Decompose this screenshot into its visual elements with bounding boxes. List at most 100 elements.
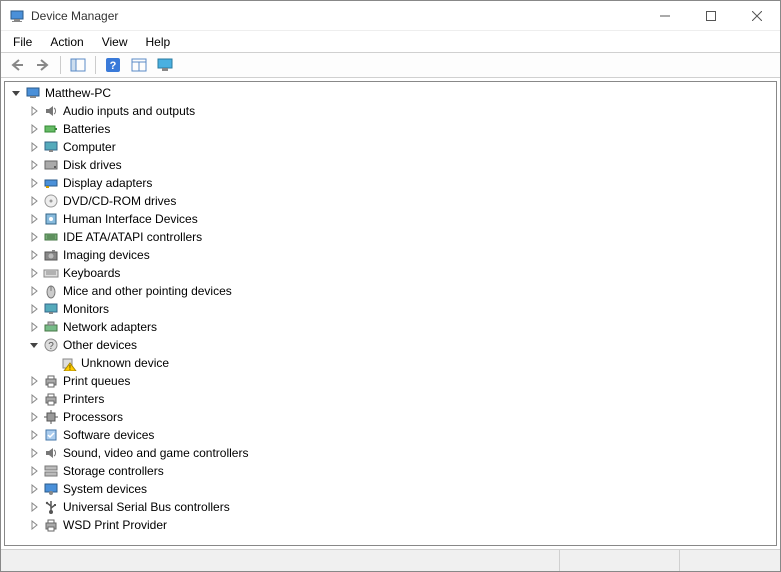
usb-icon [43,499,59,515]
tree-node[interactable]: Imaging devices [5,246,776,264]
menu-file[interactable]: File [5,33,40,51]
camera-icon [43,247,59,263]
expander[interactable] [27,518,41,532]
tree-node[interactable]: !Unknown device [5,354,776,372]
printer-icon [43,391,59,407]
toolbar: ? [1,52,780,78]
tree-node[interactable]: Mice and other pointing devices [5,282,776,300]
expander[interactable] [27,104,41,118]
tree-node[interactable]: Monitors [5,300,776,318]
tree-node[interactable]: Sound, video and game controllers [5,444,776,462]
expander[interactable] [27,248,41,262]
node-label: Batteries [63,122,110,136]
expander[interactable] [27,284,41,298]
expander[interactable] [27,176,41,190]
device-tree[interactable]: Matthew-PCAudio inputs and outputs Batter… [4,81,777,546]
maximize-icon [706,11,716,21]
expander[interactable] [9,86,23,100]
app-icon [9,8,25,24]
minimize-button[interactable] [642,1,688,31]
node-label: Human Interface Devices [63,212,198,226]
tree-node[interactable]: Matthew-PC [5,84,776,102]
expander[interactable] [27,194,41,208]
node-label: Other devices [63,338,137,352]
expander[interactable] [27,500,41,514]
title-bar: Device Manager [1,1,780,31]
toolbar-separator [60,56,61,74]
tree-node[interactable]: IDE ATA/ATAPI controllers [5,228,776,246]
expander[interactable] [27,446,41,460]
speaker-icon [43,103,59,119]
printer-icon [43,517,59,533]
help-button[interactable]: ? [101,54,125,76]
expander[interactable] [27,464,41,478]
tree-node[interactable]: Display adapters [5,174,776,192]
tree-node[interactable]: Keyboards [5,264,776,282]
tree-node[interactable]: DVD/CD-ROM drives [5,192,776,210]
expander[interactable] [27,122,41,136]
tree-node[interactable]: Network adapters [5,318,776,336]
maximize-button[interactable] [688,1,734,31]
forward-button[interactable] [31,54,55,76]
tree-node[interactable]: Audio inputs and outputs [5,102,776,120]
node-label: WSD Print Provider [63,518,167,532]
show-hide-button[interactable] [66,54,90,76]
expander[interactable] [27,158,41,172]
node-label: Print queues [63,374,130,388]
menu-help[interactable]: Help [138,33,179,51]
printer-icon [43,373,59,389]
node-label: Printers [63,392,104,406]
tree-node[interactable]: Print queues [5,372,776,390]
menu-view[interactable]: View [94,33,136,51]
expander[interactable] [27,482,41,496]
expander[interactable] [27,230,41,244]
help-icon: ? [105,57,121,73]
menu-action[interactable]: Action [42,33,91,51]
svg-text:?: ? [110,60,117,72]
expander[interactable] [27,428,41,442]
properties-button[interactable] [127,54,151,76]
tree-node[interactable]: Processors [5,408,776,426]
arrow-left-icon [9,58,25,72]
expander[interactable] [27,266,41,280]
toolbar-separator [95,56,96,74]
disk-icon [43,157,59,173]
hid-icon [43,211,59,227]
tree-node[interactable]: ? Other devices [5,336,776,354]
monitor-icon [43,139,59,155]
node-label: Monitors [63,302,109,316]
monitor-icon [43,301,59,317]
back-button[interactable] [5,54,29,76]
expander[interactable] [45,356,59,370]
tree-node[interactable]: Human Interface Devices [5,210,776,228]
keyboard-icon [43,265,59,281]
expander[interactable] [27,212,41,226]
close-button[interactable] [734,1,780,31]
tree-node[interactable]: System devices [5,480,776,498]
other-icon: ? [43,337,59,353]
status-bar [1,549,780,571]
computer-icon [25,85,41,101]
tree-node[interactable]: Printers [5,390,776,408]
expander[interactable] [27,374,41,388]
expander[interactable] [27,320,41,334]
tree-node[interactable]: Storage controllers [5,462,776,480]
expander[interactable] [27,140,41,154]
speaker-icon [43,445,59,461]
node-label: Imaging devices [63,248,150,262]
tree-node[interactable]: Disk drives [5,156,776,174]
svg-text:!: ! [69,365,71,371]
tree-node[interactable]: Computer [5,138,776,156]
scan-button[interactable] [153,54,177,76]
mouse-icon [43,283,59,299]
tree-node[interactable]: Software devices [5,426,776,444]
cd-icon [43,193,59,209]
window-controls [642,1,780,31]
tree-node[interactable]: Batteries [5,120,776,138]
expander[interactable] [27,410,41,424]
tree-node[interactable]: WSD Print Provider [5,516,776,534]
expander[interactable] [27,392,41,406]
expander[interactable] [27,302,41,316]
expander[interactable] [27,338,41,352]
tree-node[interactable]: Universal Serial Bus controllers [5,498,776,516]
